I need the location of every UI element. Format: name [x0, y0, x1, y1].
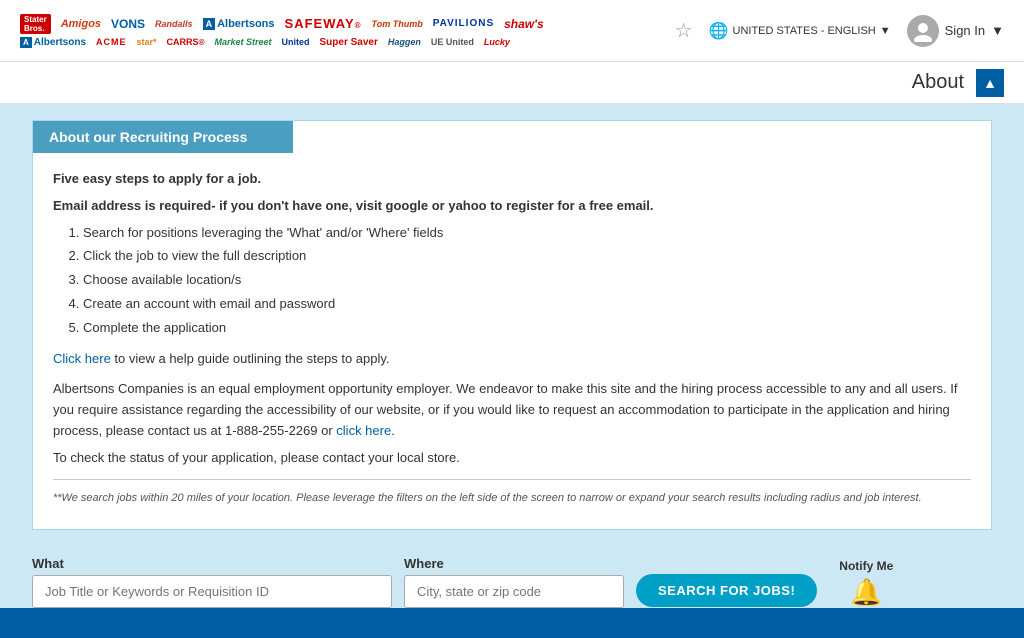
logo-pavilions[interactable]: PAVILIONS	[433, 18, 494, 29]
click-here-link-1[interactable]: Click here	[53, 351, 111, 366]
logo-safeway[interactable]: SAFEWAY®	[285, 16, 362, 31]
lang-dropdown-icon: ▼	[880, 25, 891, 37]
recruiting-box-header-bar: About our Recruiting Process	[33, 121, 991, 153]
logos-container: StaterBros. Amigos VONS Randalls A Alber…	[20, 14, 675, 48]
logo-stater-bros[interactable]: StaterBros.	[20, 14, 51, 34]
logo-amigos[interactable]: Amigos	[61, 18, 101, 30]
favorites-icon[interactable]: ☆	[675, 18, 693, 43]
main-content: About our Recruiting Process Five easy s…	[0, 104, 1024, 546]
disclaimer-text: **We search jobs within 20 miles of your…	[53, 490, 971, 508]
what-input[interactable]	[32, 575, 392, 608]
step-4: Create an account with email and passwor…	[83, 294, 971, 315]
where-label: Where	[404, 556, 624, 571]
logo-acme[interactable]: ACME	[96, 37, 127, 47]
logo-row-1: StaterBros. Amigos VONS Randalls A Alber…	[20, 14, 675, 34]
notify-group: Notify Me 🔔	[839, 559, 893, 608]
step-2: Click the job to view the full descripti…	[83, 246, 971, 267]
step-1: Search for positions leveraging the 'Wha…	[83, 223, 971, 244]
recruiting-box-title: About our Recruiting Process	[33, 121, 293, 153]
step-5: Complete the application	[83, 318, 971, 339]
click-here-paragraph: Click here to view a help guide outlinin…	[53, 349, 971, 370]
what-label: What	[32, 556, 392, 571]
about-title: About	[912, 71, 964, 94]
header-right: ☆ 🌐 UNITED STATES - ENGLISH ▼ Sign In ▼	[675, 15, 1004, 47]
globe-icon: 🌐	[709, 21, 729, 41]
logo-shaws[interactable]: shaw's	[504, 17, 544, 31]
click-here-link-2[interactable]: click here	[336, 423, 391, 438]
notify-label: Notify Me	[839, 559, 893, 573]
bell-icon[interactable]: 🔔	[850, 577, 882, 608]
logo-tomthumb[interactable]: Tom Thumb	[372, 19, 423, 29]
bottom-bar	[0, 608, 1024, 638]
language-label: UNITED STATES - ENGLISH	[733, 25, 876, 37]
search-jobs-button[interactable]: SEARCH FOR JOBS!	[636, 574, 817, 607]
logo-ue[interactable]: UE United	[431, 37, 474, 47]
eeo-text-main: Albertsons Companies is an equal employm…	[53, 381, 957, 438]
search-bar-container: What Where SEARCH FOR JOBS! Notify Me 🔔	[32, 556, 992, 608]
sign-in-label: Sign In	[945, 23, 985, 38]
where-input[interactable]	[404, 575, 624, 608]
recruiting-box-body: Five easy steps to apply for a job. Emai…	[33, 153, 991, 529]
logo-united[interactable]: United	[282, 37, 310, 47]
sign-in-area[interactable]: Sign In ▼	[907, 15, 1004, 47]
logo-star[interactable]: star*	[137, 37, 157, 47]
eeo-paragraph: Albertsons Companies is an equal employm…	[53, 379, 971, 441]
what-field-group: What	[32, 556, 392, 608]
search-section: What Where SEARCH FOR JOBS! Notify Me 🔔	[0, 546, 1024, 608]
logo-market-street[interactable]: Market Street	[214, 37, 271, 47]
language-selector[interactable]: 🌐 UNITED STATES - ENGLISH ▼	[709, 21, 891, 41]
guide-text: to view a help guide outlining the steps…	[111, 351, 390, 366]
logo-super-saver[interactable]: Super Saver	[320, 37, 378, 48]
sign-in-dropdown-icon: ▼	[991, 23, 1004, 38]
header-top-bar: StaterBros. Amigos VONS Randalls A Alber…	[0, 0, 1024, 62]
collapse-button[interactable]: ▲	[976, 69, 1004, 97]
logo-albertsons-main[interactable]: A Albertsons	[203, 18, 275, 30]
where-field-group: Where	[404, 556, 624, 608]
steps-list: Search for positions leveraging the 'Wha…	[83, 223, 971, 339]
logo-haggen[interactable]: Haggen	[388, 37, 421, 47]
intro-line-1: Five easy steps to apply for a job.	[53, 169, 971, 190]
avatar	[907, 15, 939, 47]
intro-line-2: Email address is required- if you don't …	[53, 196, 971, 217]
divider	[53, 479, 971, 480]
status-text: To check the status of your application,…	[53, 448, 971, 469]
logo-carrs[interactable]: CARRS®	[167, 37, 205, 47]
logo-randalls[interactable]: Randalls	[155, 19, 193, 29]
about-header-bar: About ▲	[0, 62, 1024, 104]
logo-row-2: A Albertsons ACME star* CARRS® Market St…	[20, 37, 675, 48]
logo-albertsons2[interactable]: A Albertsons	[20, 37, 86, 48]
logo-vons[interactable]: VONS	[111, 17, 145, 31]
eeo-end: .	[391, 423, 395, 438]
step-3: Choose available location/s	[83, 270, 971, 291]
recruiting-box: About our Recruiting Process Five easy s…	[32, 120, 992, 530]
logo-lucky[interactable]: Lucky	[484, 37, 510, 47]
